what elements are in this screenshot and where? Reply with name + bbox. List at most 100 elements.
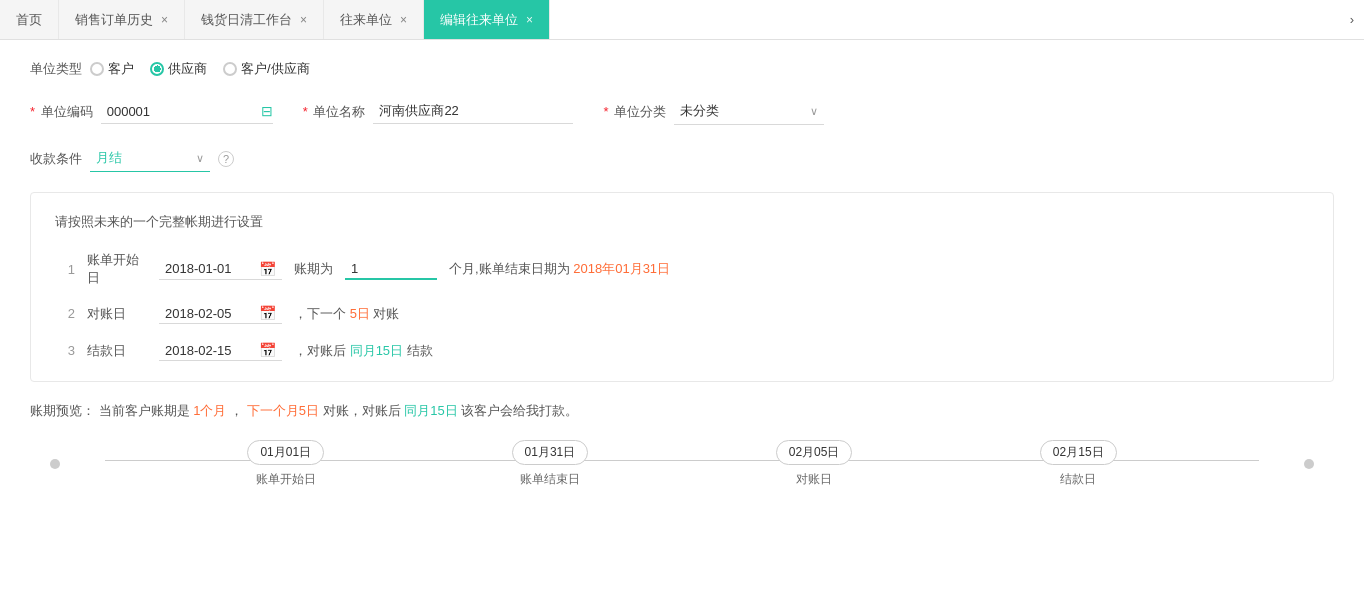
tl-badge-2: 01月31日 (512, 440, 589, 465)
tl-label-2: 账单结束日 (520, 471, 580, 488)
preview-section: 账期预览： 当前客户账期是 1个月 ， 下一个月5日 对账，对账后 同月15日 … (30, 402, 1334, 488)
close-sales-order-history[interactable]: × (161, 13, 168, 27)
reconcile-date-input[interactable] (165, 306, 255, 321)
tab-cash-work[interactable]: 钱货日清工作台 × (185, 0, 324, 39)
radio-both[interactable]: 客户/供应商 (223, 60, 310, 78)
payment-terms-select[interactable]: 月结 ∨ (90, 145, 210, 172)
unit-type-radio-group: 客户 供应商 客户/供应商 (90, 60, 310, 78)
preview-text: 账期预览： 当前客户账期是 1个月 ， 下一个月5日 对账，对账后 同月15日 … (30, 402, 1334, 420)
preview-highlight-2: 下一个月5日 (247, 403, 319, 418)
close-cash-work[interactable]: × (300, 13, 307, 27)
main-content: 单位类型 客户 供应商 客户/供应商 * 单位编码 (0, 40, 1364, 608)
tl-badge-1: 01月01日 (247, 440, 324, 465)
timeline-start-dot (50, 459, 60, 469)
timeline: 01月01日 账单开始日 01月31日 账单结束日 02月05日 对账日 02月… (30, 440, 1334, 488)
payment-date-input-group: 📅 (159, 340, 282, 361)
row-num-1: 1 (55, 262, 75, 277)
tab-more-button[interactable]: › (1340, 0, 1364, 39)
reconcile-suffix: ，下一个 5日 对账 (294, 305, 399, 323)
row-label-2: 对账日 (87, 305, 147, 323)
setting-row-2: 2 对账日 📅 ，下一个 5日 对账 (55, 303, 1309, 324)
payment-suffix: ，对账后 同月15日 结款 (294, 342, 433, 360)
unit-classify-value: 未分类 (680, 102, 804, 120)
unit-type-row: 单位类型 客户 供应商 客户/供应商 (30, 60, 1334, 78)
calendar-icon-2[interactable]: 📅 (259, 305, 276, 321)
setting-row-3: 3 结款日 📅 ，对账后 同月15日 结款 (55, 340, 1309, 361)
copy-icon[interactable]: ⊟ (261, 103, 273, 119)
radio-supplier[interactable]: 供应商 (150, 60, 207, 78)
start-date-input-group: 📅 (159, 259, 282, 280)
unit-code-group: * 单位编码 ⊟ (30, 100, 273, 124)
calendar-icon-3[interactable]: 📅 (259, 342, 276, 358)
tl-label-3: 对账日 (796, 471, 832, 488)
unit-code-input-wrapper: ⊟ (101, 100, 273, 124)
tab-edit-partner[interactable]: 编辑往来单位 × (424, 0, 550, 39)
radio-supplier-circle (150, 62, 164, 76)
timeline-nodes: 01月01日 账单开始日 01月31日 账单结束日 02月05日 对账日 02月… (50, 440, 1314, 488)
chevron-right-icon: › (1350, 12, 1354, 27)
help-icon[interactable]: ? (218, 151, 234, 167)
close-edit-partner[interactable]: × (526, 13, 533, 27)
start-dot (50, 459, 60, 469)
start-date-input[interactable] (165, 261, 255, 276)
tl-badge-4: 02月15日 (1040, 440, 1117, 465)
payment-terms-value: 月结 (96, 149, 190, 167)
preview-highlight-3: 同月15日 (404, 403, 457, 418)
chevron-down-icon: ∨ (810, 105, 818, 118)
payment-terms-chevron-down-icon: ∨ (196, 152, 204, 165)
period-label: 账期为 (294, 260, 333, 278)
setting-row-1: 1 账单开始日 📅 账期为 个月,账单结束日期为 2018年01月31日 (55, 251, 1309, 287)
timeline-node-1: 01月01日 账单开始日 (247, 440, 324, 488)
period-end-date: 2018年01月31日 (573, 261, 670, 276)
timeline-node-4: 02月15日 结款日 (1040, 440, 1117, 488)
unit-classify-select[interactable]: 未分类 ∨ (674, 98, 824, 125)
period-value-input[interactable] (351, 261, 431, 276)
setting-rows: 1 账单开始日 📅 账期为 个月,账单结束日期为 2018年01月31日 2 (55, 251, 1309, 361)
unit-name-input[interactable] (373, 100, 573, 124)
unit-classify-group: * 单位分类 未分类 ∨ (603, 98, 824, 125)
timeline-end-dot (1304, 459, 1314, 469)
timeline-node-3: 02月05日 对账日 (776, 440, 853, 488)
payment-terms-row: 收款条件 月结 ∨ ? (30, 145, 1334, 172)
period-input-group (345, 259, 437, 280)
unit-type-label: 单位类型 (30, 60, 82, 78)
radio-customer[interactable]: 客户 (90, 60, 134, 78)
radio-supplier-label: 供应商 (168, 60, 207, 78)
period-suffix: 个月,账单结束日期为 2018年01月31日 (449, 260, 670, 278)
radio-both-circle (223, 62, 237, 76)
payment-terms-group: 收款条件 月结 ∨ ? (30, 145, 234, 172)
radio-customer-circle (90, 62, 104, 76)
close-partner[interactable]: × (400, 13, 407, 27)
payment-day-highlight: 同月15日 (350, 343, 403, 358)
timeline-node-2: 01月31日 账单结束日 (512, 440, 589, 488)
unit-name-label: * 单位名称 (303, 103, 366, 121)
tab-bar: 首页 销售订单历史 × 钱货日清工作台 × 往来单位 × 编辑往来单位 × › (0, 0, 1364, 40)
preview-highlight-1: 1个月 (193, 403, 226, 418)
reconcile-date-input-group: 📅 (159, 303, 282, 324)
payment-terms-label: 收款条件 (30, 150, 82, 168)
setting-card-title: 请按照未来的一个完整帐期进行设置 (55, 213, 1309, 231)
calendar-icon-1[interactable]: 📅 (259, 261, 276, 277)
end-dot (1304, 459, 1314, 469)
row-label-3: 结款日 (87, 342, 147, 360)
tab-partner[interactable]: 往来单位 × (324, 0, 424, 39)
row-num-2: 2 (55, 306, 75, 321)
reconcile-day-highlight: 5日 (350, 306, 370, 321)
setting-card: 请按照未来的一个完整帐期进行设置 1 账单开始日 📅 账期为 个月,账单结束日期… (30, 192, 1334, 382)
tl-badge-3: 02月05日 (776, 440, 853, 465)
radio-both-label: 客户/供应商 (241, 60, 310, 78)
row-label-1: 账单开始日 (87, 251, 147, 287)
unit-info-row: * 单位编码 ⊟ * 单位名称 * 单位分类 未分类 ∨ (30, 98, 1334, 125)
tab-home[interactable]: 首页 (0, 0, 59, 39)
unit-code-input[interactable] (101, 100, 261, 123)
tab-sales-order-history[interactable]: 销售订单历史 × (59, 0, 185, 39)
unit-name-group: * 单位名称 (303, 100, 574, 124)
unit-code-label: * 单位编码 (30, 103, 93, 121)
row-num-3: 3 (55, 343, 75, 358)
unit-classify-label: * 单位分类 (603, 103, 666, 121)
tl-label-1: 账单开始日 (256, 471, 316, 488)
unit-type-group: 单位类型 客户 供应商 客户/供应商 (30, 60, 310, 78)
payment-date-input[interactable] (165, 343, 255, 358)
tl-label-4: 结款日 (1060, 471, 1096, 488)
radio-customer-label: 客户 (108, 60, 134, 78)
